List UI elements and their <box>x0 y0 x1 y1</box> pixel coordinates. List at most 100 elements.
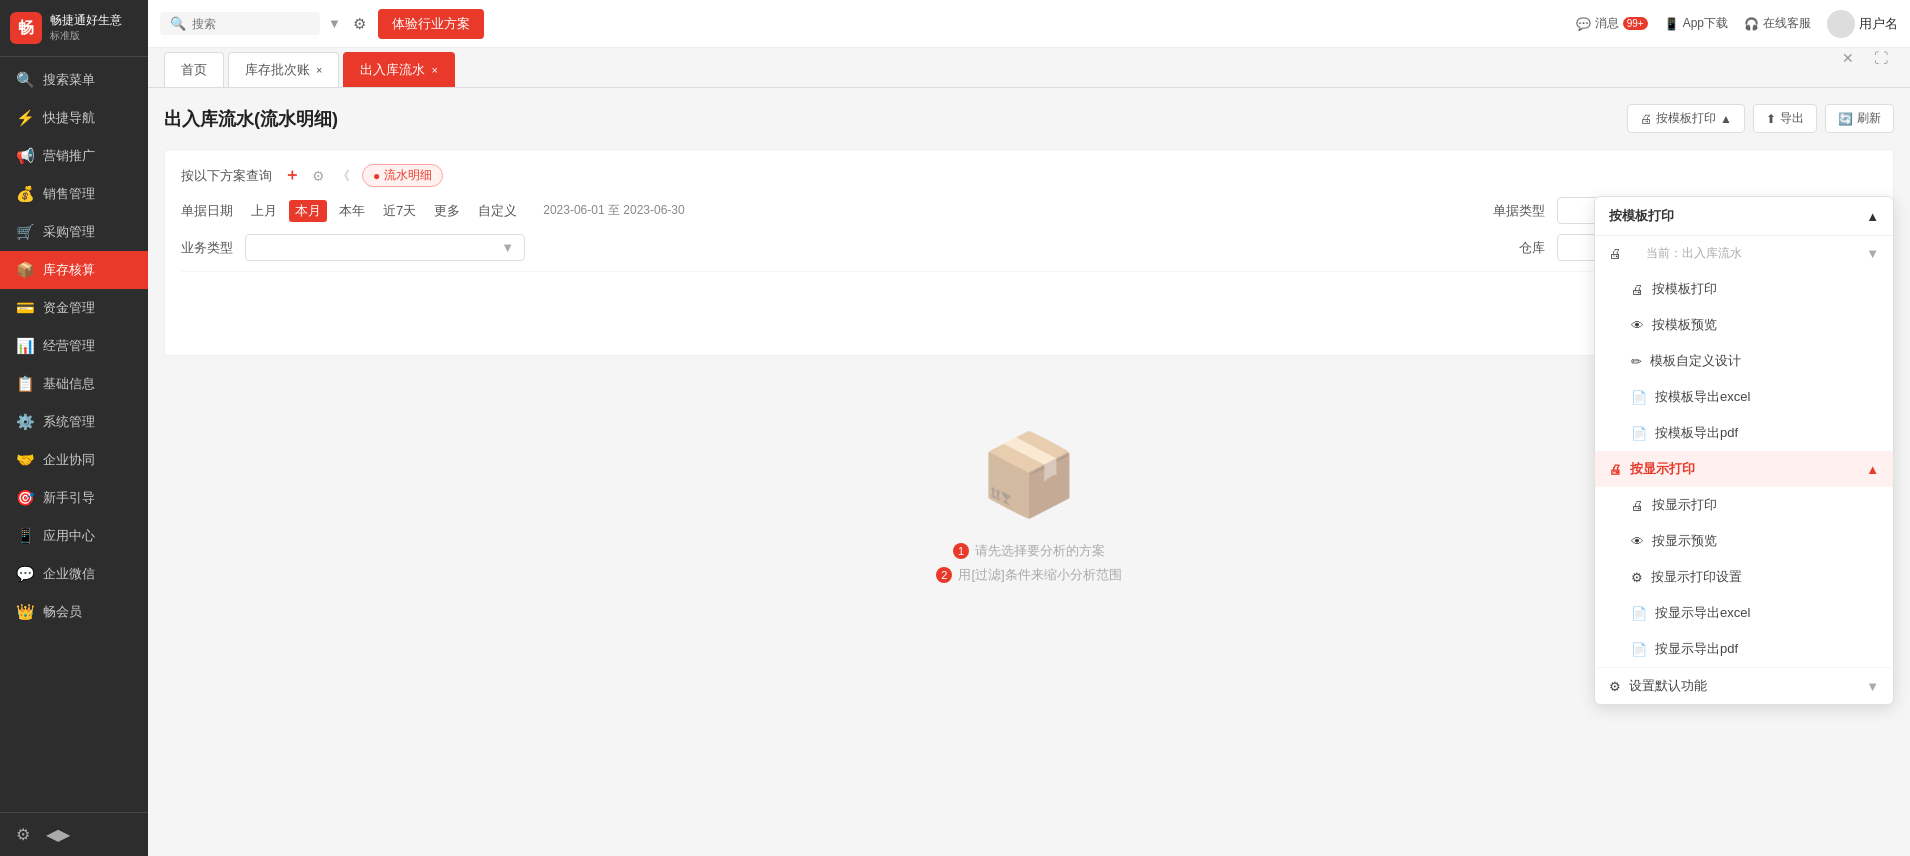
footer-dropdown-arrow[interactable]: ▼ <box>1866 679 1879 694</box>
topbar-search-box[interactable]: 🔍 <box>160 12 320 35</box>
sidebar-label-finance: 资金管理 <box>43 299 95 317</box>
dropdown-section2-header[interactable]: 🖨 按显示打印 ▲ <box>1595 451 1893 487</box>
icon: 👁 <box>1631 318 1644 333</box>
sidebar: 畅 畅捷通好生意 标准版 🔍搜索菜单⚡快捷导航📢营销推广💰销售管理🛒采购管理📦库… <box>0 0 148 856</box>
print-dropdown-arrow: ▲ <box>1720 112 1732 126</box>
dropdown-item2-按显示导出excel[interactable]: 📄按显示导出excel <box>1595 595 1893 631</box>
sidebar-item-system[interactable]: ⚙️系统管理 <box>0 403 148 441</box>
business-type-select[interactable]: ▼ <box>245 234 525 261</box>
sidebar-item-enterprise[interactable]: 🤝企业协同 <box>0 441 148 479</box>
current-value: 当前：出入库流水 <box>1646 245 1742 262</box>
date-option-更多[interactable]: 更多 <box>428 200 466 222</box>
sidebar-item-sales[interactable]: 💰销售管理 <box>0 175 148 213</box>
settings-icon[interactable]: ⚙ <box>16 825 30 844</box>
business-type-arrow-icon: ▼ <box>501 240 514 255</box>
customer-service-button[interactable]: 🎧 在线客服 <box>1744 15 1811 32</box>
sidebar-icon-sales: 💰 <box>16 185 35 203</box>
sidebar-item-inventory[interactable]: 📦库存核算 <box>0 251 148 289</box>
refresh-button[interactable]: 🔄 刷新 <box>1825 104 1894 133</box>
filter-settings-icon[interactable]: ⚙ <box>312 168 325 184</box>
sidebar-icon-marketing: 📢 <box>16 147 35 165</box>
icon2: 📄 <box>1631 606 1647 621</box>
dropdown-expand-icon[interactable]: ▲ <box>1866 209 1879 224</box>
dropdown-item-按模板预览[interactable]: 👁按模板预览 <box>1595 307 1893 343</box>
sidebar-item-finance[interactable]: 💳资金管理 <box>0 289 148 327</box>
dropdown-item-按模板导出pdf[interactable]: 📄按模板导出pdf <box>1595 415 1893 451</box>
dropdown-item2-按显示打印[interactable]: 🖨按显示打印 <box>1595 487 1893 523</box>
date-option-本月[interactable]: 本月 <box>289 200 327 222</box>
export-button[interactable]: ⬆ 导出 <box>1753 104 1817 133</box>
sidebar-subtitle: 标准版 <box>50 29 122 43</box>
dropdown-header-right: ▲ <box>1866 209 1879 224</box>
sidebar-label-operation: 经营管理 <box>43 337 95 355</box>
sidebar-item-purchase[interactable]: 🛒采购管理 <box>0 213 148 251</box>
tab-label-home: 首页 <box>181 61 207 79</box>
dropdown-item-按模板导出excel[interactable]: 📄按模板导出excel <box>1595 379 1893 415</box>
tab-close-window-icon[interactable]: ✕ <box>1836 48 1860 68</box>
date-options: 上月本月本年近7天更多自定义 <box>245 200 523 222</box>
empty-illustration: 📦 <box>979 428 1079 522</box>
date-option-自定义[interactable]: 自定义 <box>472 200 523 222</box>
sidebar-item-wechat[interactable]: 💬企业微信 <box>0 555 148 593</box>
sidebar-item-search[interactable]: 🔍搜索菜单 <box>0 61 148 99</box>
dropdown-footer-section: ⚙ 设置默认功能 ▼ <box>1595 667 1893 704</box>
print-template-button[interactable]: 🖨 按模板打印 ▲ <box>1627 104 1745 133</box>
section2-arrow[interactable]: ▲ <box>1866 462 1879 477</box>
topbar-right: 💬 消息 99+ 📱 App下载 🎧 在线客服 用户名 <box>1576 10 1898 38</box>
refresh-icon: 🔄 <box>1838 112 1853 126</box>
sidebar-item-app-center[interactable]: 📱 应用中心 <box>0 517 148 555</box>
date-option-上月[interactable]: 上月 <box>245 200 283 222</box>
current-print-icon: 🖨 <box>1609 246 1622 261</box>
dropdown-item2-按显示打印设置[interactable]: ⚙按显示打印设置 <box>1595 559 1893 595</box>
sidebar-item-basic[interactable]: 📋基础信息 <box>0 365 148 403</box>
sidebar-icon-app-center: 📱 <box>16 527 35 545</box>
date-option-近7天[interactable]: 近7天 <box>377 200 422 222</box>
filter-collapse-icon[interactable]: 《 <box>337 167 350 185</box>
tab-maximize-icon[interactable]: ⛶ <box>1868 48 1894 68</box>
filter-tag-item[interactable]: ● 流水明细 <box>362 164 443 187</box>
message-badge: 99+ <box>1623 17 1648 30</box>
sidebar-item-quick-nav[interactable]: ⚡快捷导航 <box>0 99 148 137</box>
collapse-icon[interactable]: ◀▶ <box>46 825 70 844</box>
tab-home[interactable]: 首页 <box>164 52 224 87</box>
sidebar-icon-operation: 📊 <box>16 337 35 355</box>
date-option-本年[interactable]: 本年 <box>333 200 371 222</box>
dropdown-section-1: 🖨按模板打印👁按模板预览✏模板自定义设计📄按模板导出excel📄按模板导出pdf <box>1595 271 1893 451</box>
search-input[interactable] <box>192 17 292 31</box>
sidebar-item-guide[interactable]: 🎯新手引导 <box>0 479 148 517</box>
current-dropdown-arrow[interactable]: ▼ <box>1866 246 1879 261</box>
sidebar-item-operation[interactable]: 📊 经营管理 <box>0 327 148 365</box>
sidebar-header: 畅 畅捷通好生意 标准版 <box>0 0 148 57</box>
sidebar-label-app-center: 应用中心 <box>43 527 95 545</box>
message-button[interactable]: 💬 消息 99+ <box>1576 15 1648 32</box>
tab-batch-account[interactable]: 库存批次账× <box>228 52 339 87</box>
sidebar-item-marketing[interactable]: 📢营销推广 <box>0 137 148 175</box>
dropdown-item2-按显示导出pdf[interactable]: 📄按显示导出pdf <box>1595 631 1893 667</box>
icon: 📄 <box>1631 426 1647 441</box>
date-range-display: 2023-06-01 至 2023-06-30 <box>543 202 684 219</box>
dropdown-item2-按显示预览[interactable]: 👁按显示预览 <box>1595 523 1893 559</box>
sidebar-item-member[interactable]: 👑畅会员 <box>0 593 148 631</box>
tab-close-batch-account[interactable]: × <box>316 64 322 76</box>
tab-inventory-flow[interactable]: 出入库流水× <box>343 52 454 87</box>
sidebar-label-basic: 基础信息 <box>43 375 95 393</box>
set-default-button[interactable]: ⚙ 设置默认功能 ▼ <box>1595 668 1893 704</box>
topbar-dropdown-arrow[interactable]: ▼ <box>328 16 341 31</box>
dropdown-item-按模板打印[interactable]: 🖨按模板打印 <box>1595 271 1893 307</box>
main-area: 🔍 ▼ ⚙ 体验行业方案 💬 消息 99+ 📱 App下载 🎧 在线客服 用户名 <box>148 0 1910 856</box>
filter-add-button[interactable]: ＋ <box>284 165 300 186</box>
tab-close-inventory-flow[interactable]: × <box>431 64 437 76</box>
dropdown-current-item[interactable]: 🖨 当前：出入库流水 ▼ <box>1595 236 1893 271</box>
icon2: 👁 <box>1631 534 1644 549</box>
dropdown-header: 按模板打印 ▲ <box>1595 197 1893 236</box>
user-avatar-area[interactable]: 用户名 <box>1827 10 1898 38</box>
app-download-button[interactable]: 📱 App下载 <box>1664 15 1728 32</box>
dropdown-item-模板自定义设计[interactable]: ✏模板自定义设计 <box>1595 343 1893 379</box>
topbar-gear-icon[interactable]: ⚙ <box>353 15 366 33</box>
industry-solution-button[interactable]: 体验行业方案 <box>378 9 484 39</box>
sidebar-icon-quick-nav: ⚡ <box>16 109 35 127</box>
sidebar-logo: 畅 <box>10 12 42 44</box>
page-title-area: 出入库流水(流水明细) 🖨 按模板打印 ▲ ⬆ 导出 🔄 刷新 <box>164 104 1894 133</box>
sidebar-icon-purchase: 🛒 <box>16 223 35 241</box>
sidebar-icon-system: ⚙️ <box>16 413 35 431</box>
